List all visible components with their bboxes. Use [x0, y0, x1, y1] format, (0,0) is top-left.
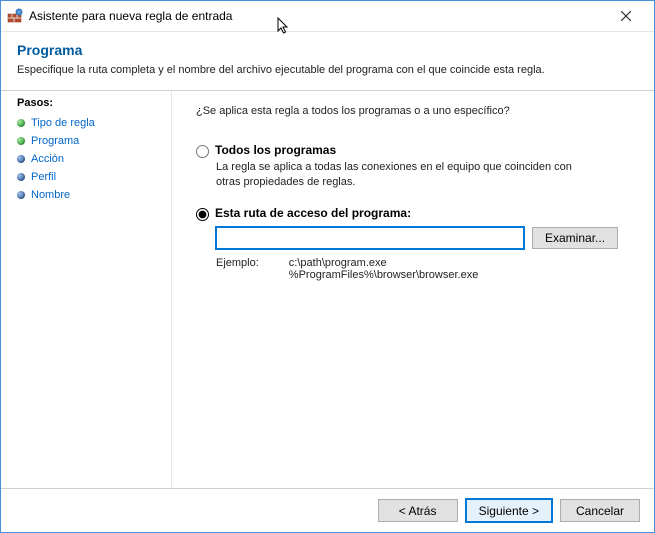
option-path-row[interactable]: Esta ruta de acceso del programa: — [196, 206, 630, 221]
page-subtitle: Especifique la ruta completa y el nombre… — [17, 64, 638, 76]
steps-sidebar: Pasos: Tipo de regla Programa Acción Per… — [1, 91, 171, 488]
question-text: ¿Se aplica esta regla a todos los progra… — [196, 105, 630, 117]
header: Programa Especifique la ruta completa y … — [1, 32, 654, 86]
option-program-path: Esta ruta de acceso del programa: Examin… — [196, 206, 630, 281]
steps-heading: Pasos: — [17, 97, 161, 109]
firewall-icon — [7, 8, 23, 24]
cancel-button[interactable]: Cancelar — [560, 499, 640, 522]
option-all-row[interactable]: Todos los programas — [196, 143, 630, 158]
step-tipo-de-regla[interactable]: Tipo de regla — [17, 117, 161, 129]
step-link[interactable]: Nombre — [31, 189, 70, 201]
titlebar: Asistente para nueva regla de entrada — [1, 1, 654, 32]
radio-program-path[interactable] — [196, 208, 209, 221]
page-title: Programa — [17, 42, 638, 58]
step-nombre[interactable]: Nombre — [17, 189, 161, 201]
next-button[interactable]: Siguiente > — [466, 499, 552, 522]
option-all-label: Todos los programas — [215, 143, 336, 157]
wizard-window: Asistente para nueva regla de entrada Pr… — [0, 0, 655, 533]
back-button[interactable]: < Atrás — [378, 499, 458, 522]
step-link[interactable]: Acción — [31, 153, 64, 165]
example-values: c:\path\program.exe %ProgramFiles%\brows… — [289, 257, 479, 281]
option-all-desc: La regla se aplica a todas las conexione… — [216, 160, 596, 190]
option-path-label: Esta ruta de acceso del programa: — [215, 206, 411, 220]
radio-all-programs[interactable] — [196, 145, 209, 158]
path-input-row: Examinar... — [216, 227, 630, 249]
example-label: Ejemplo: — [216, 257, 259, 281]
step-link[interactable]: Tipo de regla — [31, 117, 95, 129]
step-bullet-pending-icon — [17, 191, 25, 199]
program-path-input[interactable] — [216, 227, 524, 249]
step-bullet-pending-icon — [17, 155, 25, 163]
content-pane: ¿Se aplica esta regla a todos los progra… — [171, 91, 654, 488]
step-bullet-pending-icon — [17, 173, 25, 181]
footer: < Atrás Siguiente > Cancelar — [1, 488, 654, 532]
body: Pasos: Tipo de regla Programa Acción Per… — [1, 91, 654, 488]
step-programa[interactable]: Programa — [17, 135, 161, 147]
close-button[interactable] — [606, 2, 646, 30]
browse-button[interactable]: Examinar... — [532, 227, 618, 249]
window-title: Asistente para nueva regla de entrada — [29, 9, 606, 23]
step-link[interactable]: Perfil — [31, 171, 56, 183]
example-row: Ejemplo: c:\path\program.exe %ProgramFil… — [216, 257, 630, 281]
step-perfil[interactable]: Perfil — [17, 171, 161, 183]
option-all-programs: Todos los programas La regla se aplica a… — [196, 143, 630, 190]
step-bullet-done-icon — [17, 137, 25, 145]
step-bullet-done-icon — [17, 119, 25, 127]
step-accion[interactable]: Acción — [17, 153, 161, 165]
step-link[interactable]: Programa — [31, 135, 79, 147]
